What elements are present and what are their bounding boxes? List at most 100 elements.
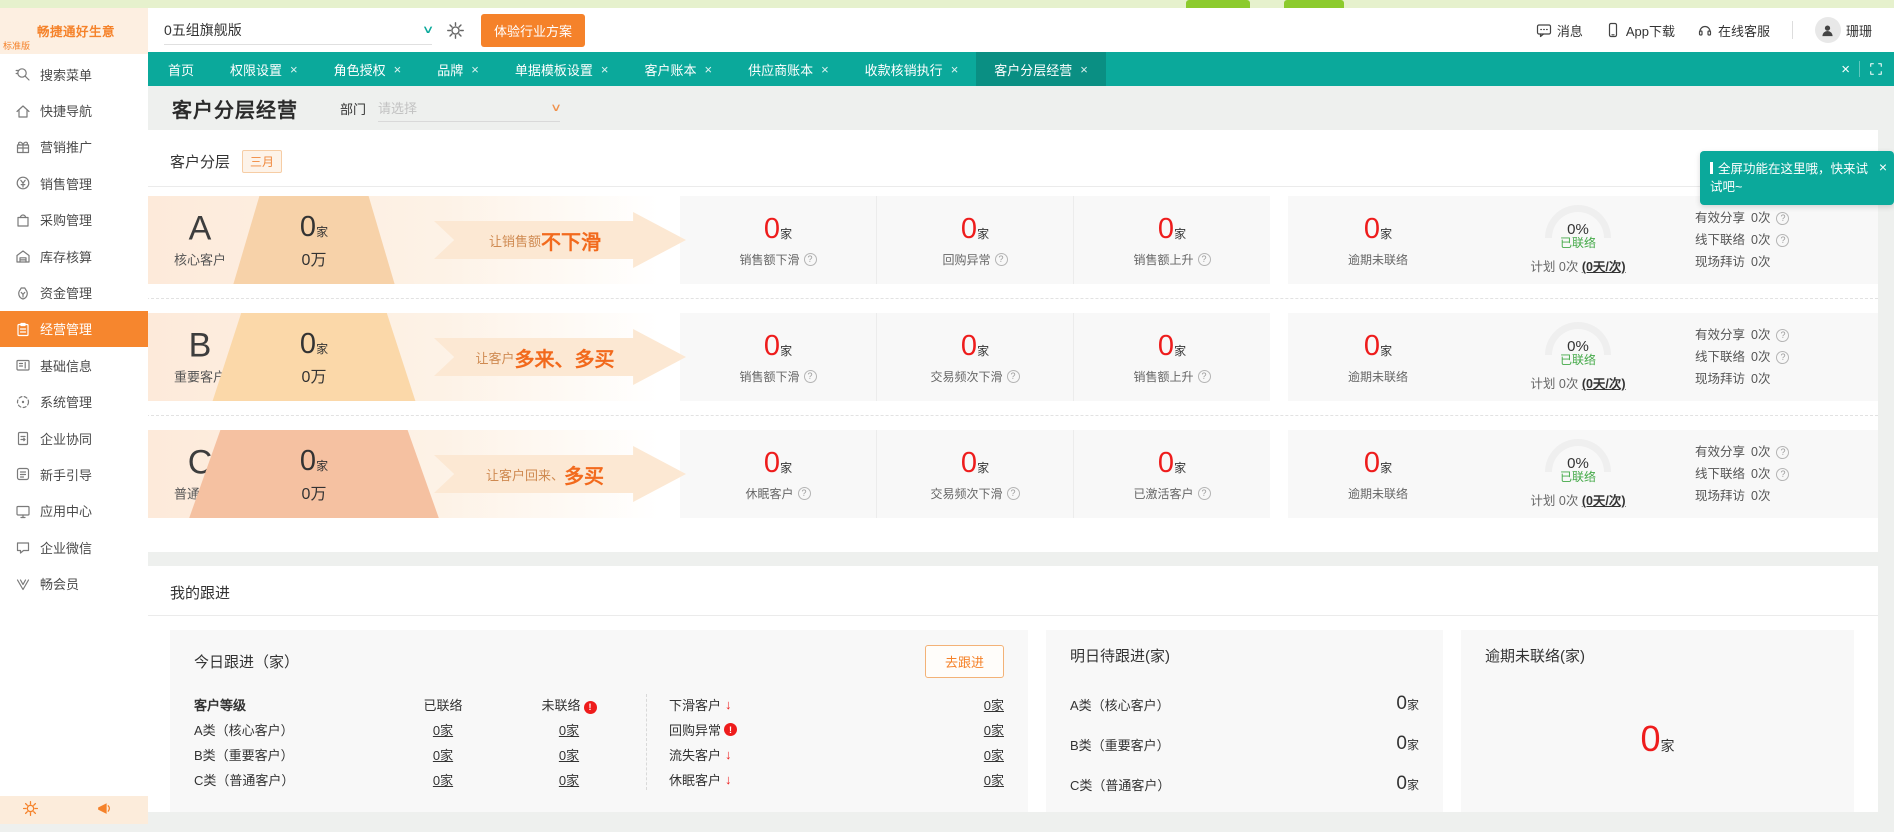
tab-供应商账本[interactable]: 供应商账本 × bbox=[730, 52, 847, 86]
gear-icon[interactable] bbox=[22, 800, 39, 817]
sidebar-item-经营管理[interactable]: 经营管理 bbox=[0, 310, 148, 348]
customer-level: C类（普通客户） bbox=[194, 773, 295, 788]
support-link[interactable]: 在线客服 bbox=[1697, 21, 1770, 40]
trial-button[interactable]: 体验行业方案 bbox=[481, 13, 586, 47]
contact-stat-value: 0次 bbox=[1751, 350, 1771, 364]
tab-权限设置[interactable]: 权限设置 × bbox=[212, 52, 316, 86]
contacted-count-link[interactable]: 0家 bbox=[433, 773, 453, 788]
sidebar-item-应用中心[interactable]: 应用中心 bbox=[0, 493, 148, 529]
account-select[interactable]: 0五组旗舰版 ∨ bbox=[164, 15, 435, 45]
customer-level: C类（普通客户） bbox=[1070, 777, 1171, 793]
month-badge: 三月 bbox=[242, 150, 283, 173]
messages-link[interactable]: 消息 bbox=[1536, 21, 1583, 40]
help-icon[interactable]: ? bbox=[1197, 369, 1211, 383]
close-icon[interactable]: × bbox=[1879, 158, 1887, 176]
sidebar-item-快捷导航[interactable]: 快捷导航 bbox=[0, 92, 148, 128]
help-icon[interactable]: ? bbox=[797, 486, 811, 500]
alert-count-link[interactable]: 0家 bbox=[984, 720, 1004, 739]
user-menu[interactable]: 珊珊 bbox=[1814, 17, 1872, 43]
tab-客户账本[interactable]: 客户账本 × bbox=[626, 52, 730, 86]
page-header: 客户分层经营 部门 请选择 ∨ bbox=[148, 86, 1894, 130]
plan-frequency-link[interactable]: (0天/次) bbox=[1582, 260, 1626, 274]
fullscreen-icon[interactable] bbox=[1860, 62, 1892, 76]
sidebar-item-畅会员[interactable]: 畅会员 bbox=[0, 565, 148, 601]
navigation-icon bbox=[15, 103, 31, 119]
help-icon[interactable]: ? bbox=[803, 252, 817, 266]
stat-逾期未联络: 0家 逾期未联络 bbox=[1347, 446, 1408, 501]
app-download-link[interactable]: App下载 bbox=[1605, 21, 1675, 40]
sidebar-item-基础信息[interactable]: 基础信息 bbox=[0, 347, 148, 383]
sidebar-item-采购管理[interactable]: 采购管理 bbox=[0, 202, 148, 238]
alert-row-回购异常: 回购异常! 0家 bbox=[669, 717, 1004, 742]
help-icon[interactable]: ? bbox=[1776, 467, 1790, 481]
user-icon bbox=[1820, 23, 1835, 38]
go-follow-button[interactable]: 去跟进 bbox=[924, 645, 1004, 678]
stat-label: 交易频次下滑 bbox=[930, 486, 1003, 501]
sidebar-item-营销推广[interactable]: 营销推广 bbox=[0, 129, 148, 165]
tab-单据模板设置[interactable]: 单据模板设置 × bbox=[497, 52, 627, 86]
help-icon[interactable]: ? bbox=[1776, 350, 1790, 364]
sidebar-item-企业微信[interactable]: 企业微信 bbox=[0, 529, 148, 565]
help-icon[interactable]: ? bbox=[1776, 211, 1790, 225]
help-icon[interactable]: ? bbox=[1197, 252, 1211, 266]
sidebar-item-新手引导[interactable]: 新手引导 bbox=[0, 456, 148, 492]
close-tab-icon[interactable]: × bbox=[951, 62, 959, 77]
tab-首页[interactable]: 首页 bbox=[150, 52, 212, 86]
segment-amount: 0万 bbox=[301, 251, 327, 269]
help-icon[interactable]: ? bbox=[1776, 233, 1790, 247]
stat-label: 销售额上升 bbox=[1133, 369, 1194, 384]
contact-stat-有效分享: 有效分享 0次? bbox=[1695, 324, 1790, 346]
gauge-arc: 0% bbox=[1545, 322, 1611, 355]
uncontacted-count-link[interactable]: 0家 bbox=[559, 748, 579, 763]
sidebar-item-label: 搜索菜单 bbox=[40, 67, 93, 83]
overdue-count: 0家 bbox=[1461, 718, 1854, 760]
tab-客户分层经营[interactable]: 客户分层经营 × bbox=[976, 52, 1106, 86]
close-tab-icon[interactable]: × bbox=[1080, 62, 1088, 77]
help-icon[interactable]: ? bbox=[803, 369, 817, 383]
alert-count-link[interactable]: 0家 bbox=[984, 745, 1004, 764]
contact-stat-现场拜访: 现场拜访 0次 bbox=[1695, 485, 1789, 507]
uncontacted-count-link[interactable]: 0家 bbox=[559, 723, 579, 738]
sidebar-item-销售管理[interactable]: 销售管理 bbox=[0, 165, 148, 201]
segment-amount: 0万 bbox=[301, 485, 327, 503]
help-icon[interactable]: ? bbox=[1197, 486, 1211, 500]
sidebar-item-系统管理[interactable]: 系统管理 bbox=[0, 384, 148, 420]
help-icon[interactable]: ? bbox=[1776, 445, 1790, 459]
close-tab-icon[interactable]: × bbox=[601, 62, 609, 77]
plan-frequency-link[interactable]: (0天/次) bbox=[1582, 377, 1626, 391]
close-tab-icon[interactable]: × bbox=[821, 62, 829, 77]
close-tab-icon[interactable]: × bbox=[290, 62, 298, 77]
browser-tab-stub bbox=[1284, 0, 1344, 8]
contacted-count-link[interactable]: 0家 bbox=[433, 748, 453, 763]
alert-count-link[interactable]: 0家 bbox=[984, 695, 1004, 714]
help-icon[interactable]: ? bbox=[1776, 328, 1790, 342]
help-icon[interactable]: ? bbox=[1006, 369, 1020, 383]
sidebar-item-搜索菜单[interactable]: 搜索菜单 bbox=[0, 56, 148, 92]
close-tab-icon[interactable]: × bbox=[471, 62, 479, 77]
gear-icon[interactable] bbox=[446, 21, 465, 40]
overdue-card: 逾期未联络(家) 0家 bbox=[1461, 630, 1854, 812]
close-all-tabs-icon[interactable]: × bbox=[1832, 61, 1859, 78]
help-icon[interactable]: ? bbox=[1006, 486, 1020, 500]
uncontacted-count-link[interactable]: 0家 bbox=[559, 773, 579, 788]
close-tab-icon[interactable]: × bbox=[394, 62, 402, 77]
alert-count-link[interactable]: 0家 bbox=[984, 770, 1004, 789]
department-select[interactable]: 请选择 ∨ bbox=[378, 94, 562, 122]
plan-frequency-link[interactable]: (0天/次) bbox=[1582, 494, 1626, 508]
goal-highlight: 不下滑 bbox=[541, 231, 601, 254]
chevron-down-icon: ∨ bbox=[421, 24, 435, 36]
help-icon[interactable]: ? bbox=[994, 252, 1008, 266]
sidebar-item-label: 资金管理 bbox=[40, 286, 93, 302]
sidebar-item-资金管理[interactable]: 资金管理 bbox=[0, 274, 148, 310]
tab-品牌[interactable]: 品牌 × bbox=[419, 52, 497, 86]
tab-收款核销执行[interactable]: 收款核销执行 × bbox=[847, 52, 977, 86]
contacted-count-link[interactable]: 0家 bbox=[433, 723, 453, 738]
tab-角色授权[interactable]: 角色授权 × bbox=[316, 52, 420, 86]
megaphone-icon[interactable] bbox=[96, 800, 113, 817]
close-tab-icon[interactable]: × bbox=[704, 62, 712, 77]
contact-stat-label: 有效分享 bbox=[1695, 211, 1746, 225]
sidebar-item-企业协同[interactable]: 企业协同 bbox=[0, 420, 148, 456]
username: 珊珊 bbox=[1845, 23, 1872, 39]
sidebar-item-库存核算[interactable]: 库存核算 bbox=[0, 238, 148, 274]
stat-逾期未联络: 0家 逾期未联络 bbox=[1347, 212, 1408, 267]
